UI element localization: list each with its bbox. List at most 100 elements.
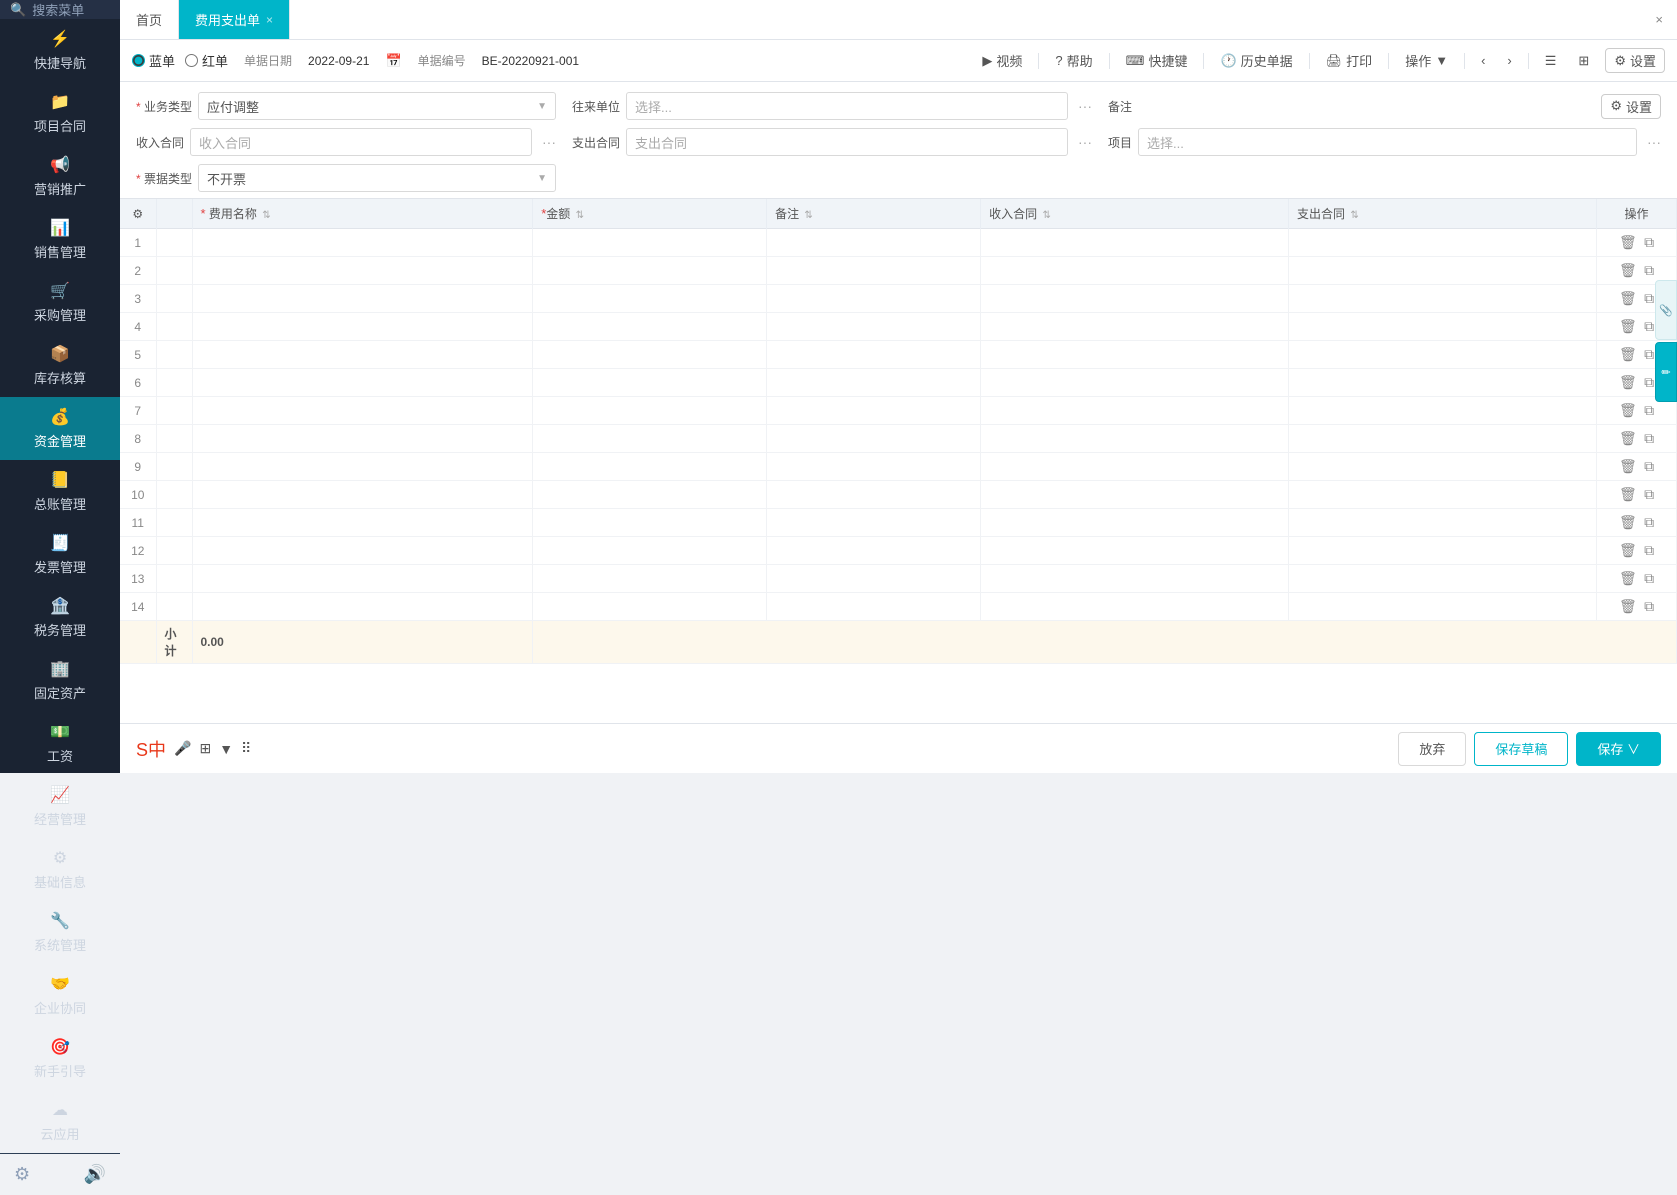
copy-icon[interactable]: ⧉ bbox=[1644, 542, 1654, 558]
expense-name-cell[interactable] bbox=[192, 509, 533, 537]
sidebar-item-yingxiao[interactable]: 📢营销推广 bbox=[0, 145, 120, 208]
project-input[interactable]: 选择... bbox=[1138, 128, 1637, 156]
note-cell[interactable] bbox=[767, 369, 981, 397]
discard-button[interactable]: 放弃 bbox=[1398, 732, 1466, 766]
delete-icon[interactable]: 🗑 bbox=[1619, 318, 1637, 334]
expense-name-cell[interactable] bbox=[192, 425, 533, 453]
income-contract-cell[interactable] bbox=[981, 229, 1289, 257]
tab-item-0[interactable]: 首页 bbox=[120, 0, 179, 39]
action-btn[interactable]: 操作 ▼ bbox=[1399, 49, 1454, 72]
expense-contract-cell[interactable] bbox=[1289, 257, 1597, 285]
tab-close-1[interactable]: × bbox=[266, 13, 273, 27]
table-header-amount[interactable]: *金额 ⇅ bbox=[533, 199, 767, 229]
expense-contract-cell[interactable] bbox=[1289, 313, 1597, 341]
settings-btn[interactable]: ⚙ 设置 bbox=[1605, 48, 1665, 73]
partner-more-icon[interactable]: ··· bbox=[1078, 98, 1092, 114]
amount-cell[interactable] bbox=[533, 313, 767, 341]
delete-icon[interactable]: 🗑 bbox=[1619, 374, 1637, 390]
list-view-btn[interactable]: ☰ bbox=[1539, 51, 1563, 71]
note-cell[interactable] bbox=[767, 481, 981, 509]
expand-icon[interactable]: ⊞ bbox=[199, 740, 211, 757]
settings-icon[interactable]: ⚙ bbox=[14, 1164, 30, 1185]
nav-prev-btn[interactable]: ‹ bbox=[1475, 51, 1491, 70]
red-radio[interactable]: 红单 bbox=[185, 51, 228, 70]
delete-icon[interactable]: 🗑 bbox=[1619, 570, 1637, 586]
income-contract-cell[interactable] bbox=[981, 509, 1289, 537]
note-cell[interactable] bbox=[767, 313, 981, 341]
income-contract-cell[interactable] bbox=[981, 341, 1289, 369]
sidebar-item-qiye[interactable]: 🤝企业协同 bbox=[0, 964, 120, 1027]
expense-name-cell[interactable] bbox=[192, 285, 533, 313]
note-cell[interactable] bbox=[767, 453, 981, 481]
note-input[interactable] bbox=[1138, 92, 1595, 120]
table-header-expense-contract[interactable]: 支出合同 ⇅ bbox=[1289, 199, 1597, 229]
expense-contract-cell[interactable] bbox=[1289, 425, 1597, 453]
copy-icon[interactable]: ⧉ bbox=[1644, 262, 1654, 278]
income-contract-input[interactable]: 收入合同 bbox=[190, 128, 532, 156]
partner-input[interactable]: 选择... bbox=[626, 92, 1068, 120]
form-settings-btn[interactable]: ⚙ 设置 bbox=[1601, 94, 1661, 119]
copy-icon[interactable]: ⧉ bbox=[1644, 318, 1654, 334]
expense-contract-cell[interactable] bbox=[1289, 397, 1597, 425]
sidebar-item-yun[interactable]: ☁云应用 bbox=[0, 1090, 120, 1153]
amount-cell[interactable] bbox=[533, 481, 767, 509]
expense-contract-cell[interactable] bbox=[1289, 369, 1597, 397]
expense-contract-cell[interactable] bbox=[1289, 593, 1597, 621]
copy-icon[interactable]: ⧉ bbox=[1644, 374, 1654, 390]
expense-name-cell[interactable] bbox=[192, 565, 533, 593]
date-value[interactable]: 2022-09-21 bbox=[308, 54, 369, 68]
save-draft-button[interactable]: 保存草稿 bbox=[1474, 732, 1568, 766]
copy-icon[interactable]: ⧉ bbox=[1644, 486, 1654, 502]
video-btn[interactable]: ▶ 视频 bbox=[976, 49, 1028, 72]
table-header-note[interactable]: 备注 ⇅ bbox=[767, 199, 981, 229]
sidebar-item-jichu[interactable]: ⚙基础信息 bbox=[0, 838, 120, 901]
sidebar-item-xitong[interactable]: 🔧系统管理 bbox=[0, 901, 120, 964]
sidebar-item-kucun[interactable]: 📦库存核算 bbox=[0, 334, 120, 397]
expense-name-cell[interactable] bbox=[192, 341, 533, 369]
delete-icon[interactable]: 🗑 bbox=[1619, 542, 1637, 558]
apps-icon[interactable]: ⠿ bbox=[241, 740, 251, 757]
amount-cell[interactable] bbox=[533, 257, 767, 285]
amount-cell[interactable] bbox=[533, 285, 767, 313]
copy-icon[interactable]: ⧉ bbox=[1644, 402, 1654, 418]
note-cell[interactable] bbox=[767, 509, 981, 537]
delete-icon[interactable]: 🗑 bbox=[1619, 262, 1637, 278]
expense-name-cell[interactable] bbox=[192, 369, 533, 397]
filter-icon[interactable]: ▼ bbox=[219, 741, 233, 757]
income-contract-cell[interactable] bbox=[981, 369, 1289, 397]
note-cell[interactable] bbox=[767, 341, 981, 369]
calendar-icon[interactable]: 📅 bbox=[385, 53, 401, 69]
expense-name-cell[interactable] bbox=[192, 593, 533, 621]
sidebar-item-xiaoshou[interactable]: 📊销售管理 bbox=[0, 208, 120, 271]
number-value[interactable]: BE-20220921-001 bbox=[482, 54, 579, 68]
sidebar-search[interactable]: 🔍 搜索菜单 bbox=[0, 0, 120, 19]
copy-icon[interactable]: ⧉ bbox=[1644, 570, 1654, 586]
income-contract-cell[interactable] bbox=[981, 285, 1289, 313]
nav-next-btn[interactable]: › bbox=[1501, 51, 1517, 70]
expense-contract-cell[interactable] bbox=[1289, 509, 1597, 537]
help-btn[interactable]: ? 帮助 bbox=[1049, 49, 1098, 72]
expense-name-cell[interactable] bbox=[192, 453, 533, 481]
expense-contract-input[interactable]: 支出合同 bbox=[626, 128, 1068, 156]
delete-icon[interactable]: 🗑 bbox=[1619, 514, 1637, 530]
delete-icon[interactable]: 🗑 bbox=[1619, 346, 1637, 362]
expense-name-cell[interactable] bbox=[192, 257, 533, 285]
shortcut-btn[interactable]: ⌨ 快捷键 bbox=[1120, 49, 1194, 72]
note-cell[interactable] bbox=[767, 425, 981, 453]
income-contract-cell[interactable] bbox=[981, 537, 1289, 565]
amount-cell[interactable] bbox=[533, 397, 767, 425]
income-contract-cell[interactable] bbox=[981, 313, 1289, 341]
note-cell[interactable] bbox=[767, 229, 981, 257]
copy-icon[interactable]: ⧉ bbox=[1644, 458, 1654, 474]
delete-icon[interactable]: 🗑 bbox=[1619, 486, 1637, 502]
sidebar-item-zongzhang[interactable]: 📒总账管理 bbox=[0, 460, 120, 523]
income-contract-cell[interactable] bbox=[981, 425, 1289, 453]
copy-icon[interactable]: ⧉ bbox=[1644, 514, 1654, 530]
income-contract-cell[interactable] bbox=[981, 565, 1289, 593]
note-cell[interactable] bbox=[767, 285, 981, 313]
copy-icon[interactable]: ⧉ bbox=[1644, 290, 1654, 306]
expense-contract-cell[interactable] bbox=[1289, 453, 1597, 481]
sidebar-item-zijin[interactable]: 💰资金管理 bbox=[0, 397, 120, 460]
amount-cell[interactable] bbox=[533, 425, 767, 453]
history-btn[interactable]: 🕐 历史单据 bbox=[1214, 49, 1298, 72]
